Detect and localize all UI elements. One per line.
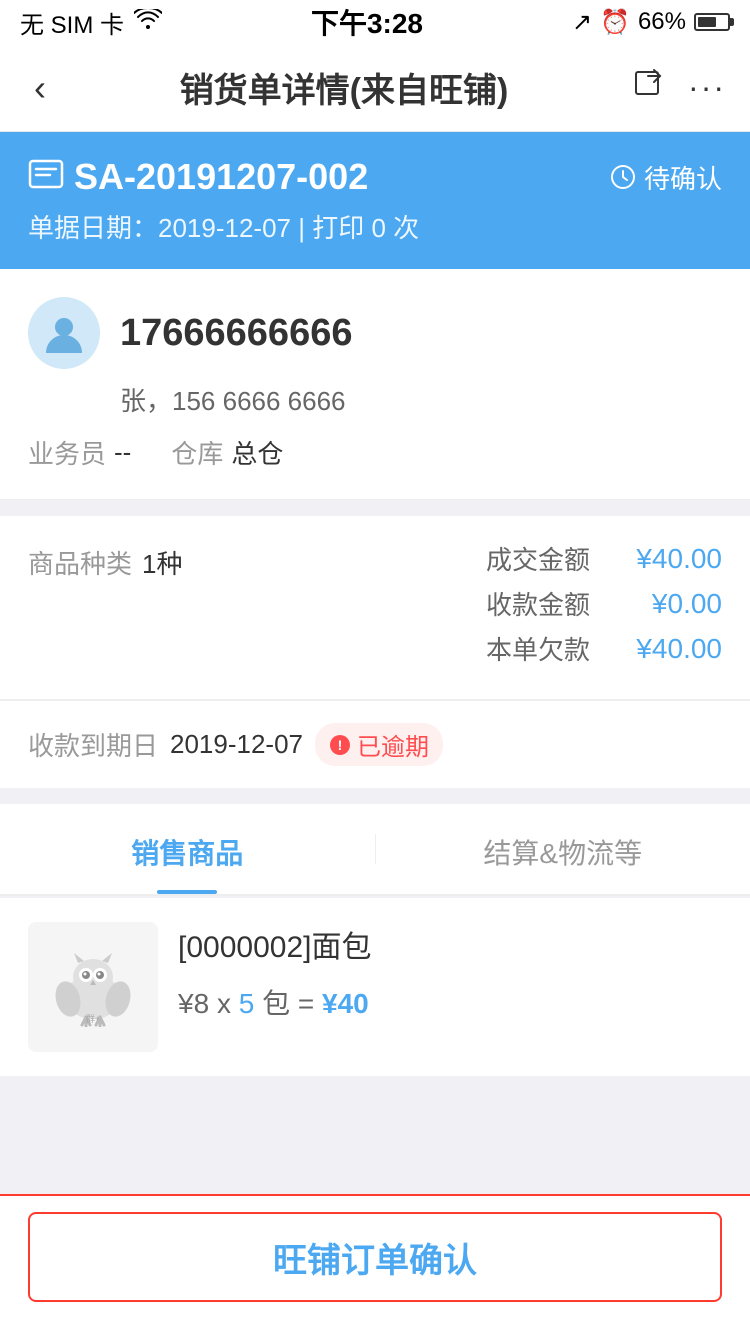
customer-meta: 业务员 -- 仓库 总仓 (28, 434, 722, 471)
status-bar: 无 SIM 卡 下午3:28 ↗ ⏰ 66% (0, 0, 750, 44)
debt-amount-value: ¥40.00 (602, 633, 722, 665)
tab-settlement[interactable]: 结算&物流等 (376, 804, 750, 894)
warehouse-label: 仓库 (171, 434, 223, 471)
product-price: ¥8 x 5 包 = ¥40 (178, 982, 722, 1022)
deal-amount-row: 成交金额 ¥40.00 (486, 540, 722, 577)
order-status: 待确认 (610, 159, 722, 196)
status-label: 待确认 (644, 159, 722, 196)
debt-amount-label: 本单欠款 (486, 630, 590, 667)
unit-price: ¥8 (178, 988, 209, 1019)
due-date-value: 2019-12-07 (170, 729, 303, 760)
salesperson-value: -- (114, 437, 131, 468)
order-icon (28, 156, 64, 198)
receipt-amount-label: 收款金额 (486, 585, 590, 622)
nav-bar: ‹ 销货单详情(来自旺铺) ··· (0, 44, 750, 132)
status-right: ↗ ⏰ 66% (572, 8, 730, 37)
product-section: 群+ [0000002]面包 ¥8 x 5 包 = ¥40 (0, 898, 750, 1076)
status-time: 下午3:28 (311, 2, 423, 42)
overdue-badge: ! 已逾期 (315, 723, 443, 766)
svg-text:!: ! (338, 737, 343, 753)
due-label: 收款到期日 (28, 726, 158, 763)
salesperson-meta: 业务员 -- (28, 434, 131, 471)
wifi-icon (134, 8, 162, 36)
debt-amount-row: 本单欠款 ¥40.00 (486, 630, 722, 667)
back-button[interactable]: ‹ (24, 57, 56, 119)
warehouse-meta: 仓库 总仓 (171, 434, 283, 471)
due-date-section: 收款到期日 2019-12-07 ! 已逾期 (0, 700, 750, 788)
category-value: 1种 (142, 544, 182, 581)
tabs: 销售商品 结算&物流等 (0, 804, 750, 894)
tabs-section: 销售商品 结算&物流等 (0, 804, 750, 896)
order-banner: SA-20191207-002 待确认 单据日期：2019-12-07 | 打印… (0, 132, 750, 269)
amounts-summary: 成交金额 ¥40.00 收款金额 ¥0.00 本单欠款 ¥40.00 (486, 540, 722, 675)
product-item: 群+ [0000002]面包 ¥8 x 5 包 = ¥40 (28, 922, 722, 1052)
category-summary: 商品种类 1种 (28, 540, 182, 581)
total-price: ¥40 (322, 988, 369, 1019)
warehouse-value: 总仓 (231, 434, 283, 471)
confirm-button-wrap: 旺铺订单确认 (0, 1194, 750, 1334)
salesperson-label: 业务员 (28, 434, 106, 471)
product-name: [0000002]面包 (178, 922, 722, 966)
location-icon: ↗ (572, 8, 592, 37)
deal-amount-label: 成交金额 (486, 540, 590, 577)
receipt-amount-row: 收款金额 ¥0.00 (486, 585, 722, 622)
summary-section: 商品种类 1种 成交金额 ¥40.00 收款金额 ¥0.00 本单欠款 ¥40.… (0, 516, 750, 700)
avatar (28, 297, 100, 369)
order-banner-top: SA-20191207-002 待确认 (28, 156, 722, 198)
nav-actions: ··· (632, 68, 726, 107)
battery-percentage: 66% (638, 8, 686, 36)
svg-text:群+: 群+ (86, 1013, 100, 1024)
product-info: [0000002]面包 ¥8 x 5 包 = ¥40 (178, 922, 722, 1022)
customer-name: 张，156 6666 6666 (28, 381, 722, 418)
tab-products[interactable]: 销售商品 (0, 804, 375, 894)
more-icon[interactable]: ··· (688, 69, 726, 106)
customer-row: 17666666666 (28, 297, 722, 369)
order-id: SA-20191207-002 (28, 156, 368, 198)
order-date-line: 单据日期：2019-12-07 | 打印 0 次 (28, 208, 722, 245)
status-left: 无 SIM 卡 (20, 5, 162, 40)
product-image: 群+ (28, 922, 158, 1052)
carrier-label: 无 SIM 卡 (20, 5, 124, 40)
deal-amount-value: ¥40.00 (602, 543, 722, 575)
product-thumbnail: 群+ (28, 922, 158, 1052)
alarm-icon: ⏰ (600, 8, 630, 37)
quantity: 5 (239, 988, 255, 1019)
category-label: 商品种类 (28, 544, 132, 581)
page-title: 销货单详情(来自旺铺) (180, 63, 509, 112)
battery-icon (694, 13, 730, 31)
share-icon[interactable] (632, 68, 664, 107)
confirm-order-button[interactable]: 旺铺订单确认 (28, 1212, 722, 1302)
customer-phone: 17666666666 (120, 312, 352, 355)
receipt-amount-value: ¥0.00 (602, 588, 722, 620)
customer-section: 17666666666 张，156 6666 6666 业务员 -- 仓库 总仓 (0, 269, 750, 500)
